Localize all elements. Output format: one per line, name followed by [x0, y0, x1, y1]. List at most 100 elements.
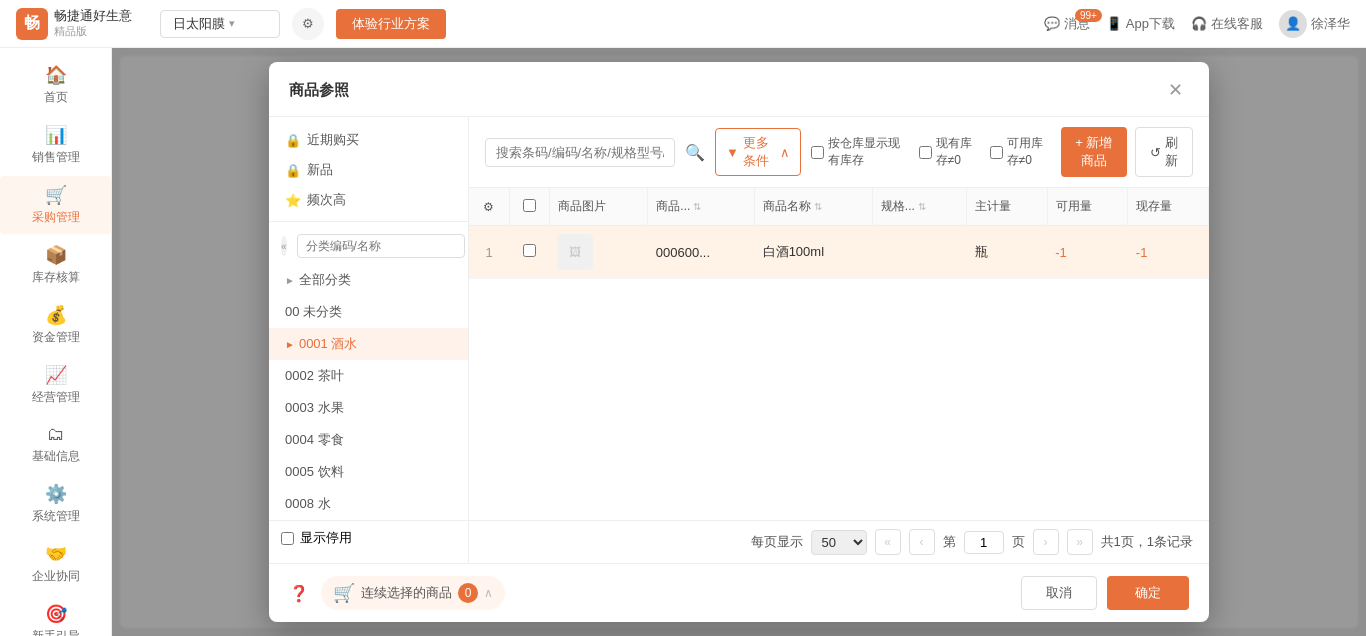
- app-sub: 精品版: [54, 24, 132, 39]
- high-freq-item[interactable]: ⭐ 频次高: [269, 185, 468, 215]
- row-checkbox[interactable]: [509, 226, 549, 279]
- col-name[interactable]: 商品名称 ⇅: [755, 188, 873, 226]
- toolbar: 🔍 ▼ 更多条件 ∧ 按仓库显示现有库存: [469, 117, 1209, 188]
- cancel-button[interactable]: 取消: [1021, 576, 1097, 610]
- app-download-label: App下载: [1126, 15, 1175, 33]
- cat-0001[interactable]: ► 0001 酒水: [269, 328, 468, 360]
- app-name: 畅捷通好生意: [54, 8, 132, 24]
- col-available[interactable]: 可用量: [1047, 188, 1128, 226]
- cart-chevron-icon[interactable]: ∧: [484, 586, 493, 600]
- sidebar-item-sales[interactable]: 📊 销售管理: [0, 116, 111, 174]
- last-page-btn[interactable]: »: [1067, 529, 1093, 555]
- modal-close-button[interactable]: ✕: [1161, 76, 1189, 104]
- sidebar-item-home[interactable]: 🏠 首页: [0, 56, 111, 114]
- logo-icon: 畅: [16, 8, 48, 40]
- next-page-btn[interactable]: ›: [1033, 529, 1059, 555]
- filter-button[interactable]: ▼ 更多条件 ∧: [715, 128, 801, 176]
- user-area[interactable]: 👤 徐泽华: [1279, 10, 1350, 38]
- new-products-item[interactable]: 🔒 新品: [269, 155, 468, 185]
- sales-icon: 📊: [45, 124, 67, 146]
- per-page-select[interactable]: 50 10 20 100: [811, 530, 867, 555]
- online-service-item[interactable]: 🎧 在线客服: [1191, 15, 1263, 33]
- chevron-down-icon: ▾: [229, 17, 235, 30]
- cat-all[interactable]: ► 全部分类: [269, 264, 468, 296]
- mobile-icon: 📱: [1106, 16, 1122, 31]
- top-nav: 畅 畅捷通好生意 精品版 日太阳膜 ▾ ⚙ 体验行业方案 💬 消息 99+ 📱 …: [0, 0, 1366, 48]
- sidebar-item-inventory[interactable]: 📦 库存核算: [0, 236, 111, 294]
- cat-0004[interactable]: 0004 零食: [269, 424, 468, 456]
- sidebar-item-operations[interactable]: 📈 经营管理: [0, 356, 111, 414]
- cat-00[interactable]: 00 未分类: [269, 296, 468, 328]
- col-code[interactable]: 商品... ⇅: [648, 188, 755, 226]
- col-checkbox[interactable]: [509, 188, 549, 226]
- prev-page-btn[interactable]: ‹: [909, 529, 935, 555]
- sidebar-item-system-label: 系统管理: [32, 508, 80, 525]
- col-spec[interactable]: 规格... ⇅: [872, 188, 966, 226]
- app-download-item[interactable]: 📱 App下载: [1106, 15, 1175, 33]
- system-icon: ⚙️: [45, 483, 67, 505]
- category-search-row: « 🔍: [269, 228, 468, 264]
- sidebar-item-guide[interactable]: 🎯 新手引导: [0, 595, 111, 636]
- cart-area[interactable]: 🛒 连续选择的商品 0 ∧: [321, 576, 505, 610]
- basic-icon: 🗂: [47, 424, 65, 445]
- online-service-label: 在线客服: [1211, 15, 1263, 33]
- pagination-bar: 每页显示 50 10 20 100 « ‹ 第 页: [469, 520, 1209, 563]
- product-table: ⚙ 商品图片: [469, 188, 1209, 279]
- left-panel: 🔒 近期购买 🔒 新品 ⭐ 频次高 «: [269, 117, 469, 563]
- sidebar-item-purchase[interactable]: 🛒 采购管理: [0, 176, 111, 234]
- sidebar-item-finance[interactable]: 💰 资金管理: [0, 296, 111, 354]
- cat-0001-arrow: ►: [285, 339, 295, 350]
- message-nav-item[interactable]: 💬 消息 99+: [1044, 15, 1090, 33]
- new-products-icon: 🔒: [285, 163, 301, 178]
- confirm-button[interactable]: 确定: [1107, 576, 1189, 610]
- row-index: 1: [469, 226, 509, 279]
- show-disabled-checkbox[interactable]: [281, 532, 294, 545]
- sidebar-item-system[interactable]: ⚙️ 系统管理: [0, 475, 111, 533]
- usable-ne0-checkbox[interactable]: 可用库存≠0: [990, 135, 1051, 169]
- cat-all-label: 全部分类: [299, 271, 351, 289]
- cat-0002[interactable]: 0002 茶叶: [269, 360, 468, 392]
- sidebar-item-collab[interactable]: 🤝 企业协同: [0, 535, 111, 593]
- message-badge: 99+: [1075, 9, 1102, 22]
- row-stock: -1: [1128, 226, 1209, 279]
- main-layout: 🏠 首页 📊 销售管理 🛒 采购管理 📦 库存核算 💰 资金管理 📈 经营管理 …: [0, 48, 1366, 636]
- add-product-button[interactable]: + 新增商品: [1061, 127, 1127, 177]
- cat-0008[interactable]: 0008 水: [269, 488, 468, 520]
- collapse-icon[interactable]: «: [281, 236, 287, 256]
- cat-0003[interactable]: 0003 水果: [269, 392, 468, 424]
- first-page-btn[interactable]: «: [875, 529, 901, 555]
- table-header-row: ⚙ 商品图片: [469, 188, 1209, 226]
- panel-divider: [269, 221, 468, 222]
- nav-selector-label: 日太阳膜: [173, 15, 225, 33]
- nav-selector[interactable]: 日太阳膜 ▾: [160, 10, 280, 38]
- help-icon[interactable]: ❓: [289, 584, 309, 603]
- page-input[interactable]: [964, 531, 1004, 554]
- toolbar-right: + 新增商品 ↺ 刷新: [1061, 127, 1193, 177]
- cat-0005[interactable]: 0005 饮料: [269, 456, 468, 488]
- stock-ne0-checkbox[interactable]: 现有库存≠0: [919, 135, 980, 169]
- col-settings[interactable]: ⚙: [469, 188, 509, 226]
- col-name-label: 商品名称: [763, 198, 811, 215]
- left-panel-footer: 显示停用: [269, 520, 468, 555]
- table-row[interactable]: 1 🖼 000600... 白酒100ml 瓶: [469, 226, 1209, 279]
- modal-overlay[interactable]: 商品参照 ✕ 🔒 近期购买 🔒 新品: [112, 48, 1366, 636]
- refresh-button[interactable]: ↺ 刷新: [1135, 127, 1193, 177]
- sidebar-item-basic[interactable]: 🗂 基础信息: [0, 416, 111, 473]
- refresh-label: 刷新: [1165, 134, 1178, 170]
- product-search-input[interactable]: [485, 138, 675, 167]
- warehouse-stock-checkbox[interactable]: 按仓库显示现有库存: [811, 135, 908, 169]
- experience-btn[interactable]: 体验行业方案: [336, 9, 446, 39]
- recent-buy-item[interactable]: 🔒 近期购买: [269, 125, 468, 155]
- warehouse-stock-label: 按仓库显示现有库存: [828, 135, 908, 169]
- recent-buy-label: 近期购买: [307, 131, 359, 149]
- cat-all-arrow: ►: [285, 275, 295, 286]
- modal-header: 商品参照 ✕: [269, 62, 1209, 117]
- category-search-input[interactable]: [297, 234, 465, 258]
- product-search-icon[interactable]: 🔍: [685, 143, 705, 162]
- col-unit[interactable]: 主计量: [967, 188, 1048, 226]
- cat-0008-label: 0008 水: [285, 495, 331, 513]
- settings-icon[interactable]: ⚙: [292, 8, 324, 40]
- cat-0005-label: 0005 饮料: [285, 463, 344, 481]
- product-thumbnail: 🖼: [557, 234, 593, 270]
- stock-ne0-label: 现有库存≠0: [936, 135, 980, 169]
